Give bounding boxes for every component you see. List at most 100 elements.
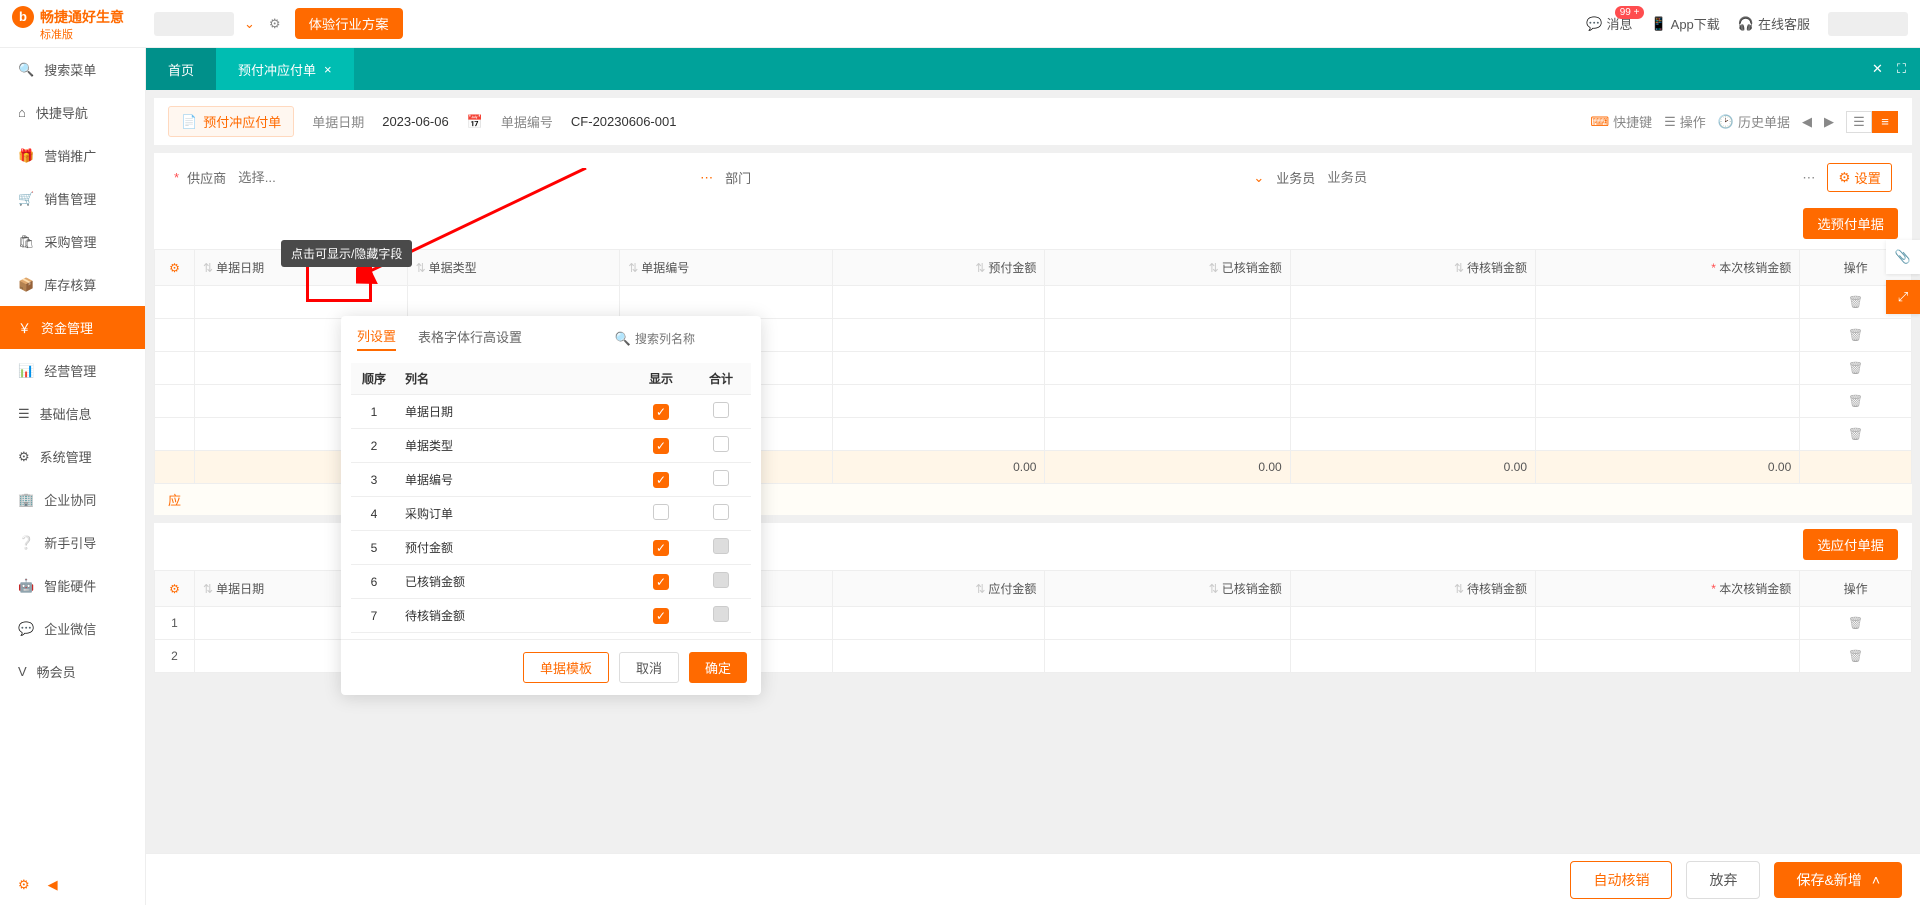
next-doc-icon[interactable]: ▶ [1824, 114, 1834, 130]
popup-col-show: 显示 [631, 363, 691, 395]
popup-search-input[interactable] [635, 332, 745, 346]
column-settings-popup: 列设置 表格字体行高设置 🔍 顺序 列名 显示 合计 1单据日期✓2单据类型✓3… [341, 316, 761, 695]
auto-writeoff-button[interactable]: 自动核销 [1570, 861, 1672, 899]
sum-checkbox[interactable] [713, 436, 729, 452]
tabs-fullscreen-icon[interactable]: ⛶ [1897, 61, 1906, 77]
industry-plan-button[interactable]: 体验行业方案 [295, 8, 403, 39]
sidebar-item-sales[interactable]: 🛒销售管理 [0, 177, 145, 220]
sidebar-item-operation[interactable]: 📊经营管理 [0, 349, 145, 392]
tabs-close-all-icon[interactable]: ✕ [1872, 61, 1883, 77]
dock-expand-icon[interactable]: ⤢ [1886, 280, 1920, 314]
prev-doc-icon[interactable]: ◀ [1802, 114, 1812, 130]
sidebar-item-finance[interactable]: ￥资金管理 [0, 306, 145, 349]
popup-tab-font[interactable]: 表格字体行高设置 [418, 327, 522, 350]
select-prepay-button[interactable]: 选预付单据 [1803, 208, 1898, 239]
show-checkbox[interactable]: ✓ [653, 438, 669, 454]
calendar-icon[interactable]: 📅 [467, 114, 483, 130]
sidebar-collapse-icon[interactable]: ◀ [48, 877, 58, 893]
column-settings-button-2[interactable]: ⚙ [155, 571, 195, 607]
col-thiswrite[interactable]: 本次核销金额 [1536, 250, 1800, 286]
dept-input[interactable] [759, 166, 1245, 189]
show-checkbox[interactable]: ✓ [653, 404, 669, 420]
popup-template-button[interactable]: 单据模板 [523, 652, 609, 683]
sidebar-settings-icon[interactable]: ⚙ [18, 877, 30, 893]
vip-icon: V [18, 664, 27, 679]
clock-icon: 🕑 [1718, 114, 1734, 130]
company-chevron-icon[interactable]: ⌄ [244, 16, 255, 32]
tab-home[interactable]: 首页 [146, 48, 216, 90]
wechat-icon: 💬 [18, 621, 34, 637]
view-detail-icon[interactable]: ≡ [1872, 111, 1898, 133]
delete-row-icon[interactable]: 🗑 [1848, 295, 1863, 309]
sum-checkbox[interactable] [713, 572, 729, 588]
popup-row-seq: 2 [351, 429, 397, 463]
delete-row-icon[interactable]: 🗑 [1848, 361, 1863, 375]
app-download-link[interactable]: 📱 App下载 [1650, 14, 1719, 33]
messages-link[interactable]: 💬 消息 99 + [1586, 14, 1632, 33]
form-settings-button[interactable]: ⚙设置 [1827, 163, 1892, 192]
sidebar-item-corp[interactable]: 🏢企业协同 [0, 478, 145, 521]
col-pending[interactable]: ⇅待核销金额 [1290, 250, 1535, 286]
sidebar-item-basedata[interactable]: ☰基础信息 [0, 392, 145, 435]
save-and-new-button[interactable]: 保存&新增 ˄ [1774, 862, 1902, 898]
sidebar-item-marketing[interactable]: 🎁营销推广 [0, 134, 145, 177]
dept-chevron-icon[interactable]: ⌄ [1253, 170, 1264, 186]
col-type[interactable]: ⇅单据类型 [407, 250, 620, 286]
popup-tab-columns[interactable]: 列设置 [357, 326, 396, 351]
sum-checkbox[interactable] [713, 470, 729, 486]
view-list-icon[interactable]: ☰ [1846, 111, 1872, 133]
company-selector[interactable] [154, 12, 234, 36]
col2-payable[interactable]: ⇅应付金额 [832, 571, 1045, 607]
tab-close-icon[interactable]: × [324, 62, 332, 77]
show-checkbox[interactable] [653, 504, 669, 520]
sidebar-item-member[interactable]: V畅会员 [0, 650, 145, 693]
history-label: 历史单据 [1738, 112, 1790, 131]
delete-row-icon[interactable]: 🗑 [1848, 616, 1863, 630]
dock-attachment-icon[interactable]: 📎 [1886, 240, 1920, 274]
delete-row-icon[interactable]: 🗑 [1848, 328, 1863, 342]
biz-input[interactable] [1323, 166, 1794, 189]
sidebar-item-quick-nav[interactable]: ⌂快捷导航 [0, 91, 145, 134]
tab-doc[interactable]: 预付冲应付单 × [216, 48, 354, 90]
supplier-input[interactable] [234, 166, 692, 189]
doc-type-chip[interactable]: 📄 预付冲应付单 [168, 106, 294, 137]
sum-checkbox[interactable] [713, 504, 729, 520]
sidebar-item-wechat[interactable]: 💬企业微信 [0, 607, 145, 650]
discard-button[interactable]: 放弃 [1686, 861, 1760, 899]
popup-ok-button[interactable]: 确定 [689, 652, 747, 683]
shortcut-button[interactable]: ⌨快捷键 [1590, 112, 1652, 131]
show-checkbox[interactable]: ✓ [653, 472, 669, 488]
top-gear-icon[interactable]: ⚙ [269, 16, 281, 32]
supplier-more-icon[interactable]: ⋯ [700, 170, 713, 186]
show-checkbox[interactable]: ✓ [653, 608, 669, 624]
biz-more-icon[interactable]: ⋯ [1802, 170, 1815, 186]
sum-checkbox[interactable] [713, 538, 729, 554]
col-prepay[interactable]: ⇅预付金额 [832, 250, 1045, 286]
ops-button[interactable]: ☰操作 [1664, 112, 1706, 131]
sum-checkbox[interactable] [713, 402, 729, 418]
col2-pending[interactable]: ⇅待核销金额 [1290, 571, 1535, 607]
col2-written[interactable]: ⇅已核销金额 [1045, 571, 1290, 607]
select-payable-button[interactable]: 选应付单据 [1803, 529, 1898, 560]
col-written[interactable]: ⇅已核销金额 [1045, 250, 1290, 286]
sum-checkbox[interactable] [713, 606, 729, 622]
popup-cancel-button[interactable]: 取消 [619, 652, 679, 683]
col-no[interactable]: ⇅单据编号 [620, 250, 833, 286]
column-settings-button[interactable]: ⚙ [155, 250, 195, 286]
sidebar-item-system[interactable]: ⚙系统管理 [0, 435, 145, 478]
col2-thiswrite[interactable]: 本次核销金额 [1536, 571, 1800, 607]
delete-row-icon[interactable]: 🗑 [1848, 427, 1863, 441]
sidebar-item-guide[interactable]: ❔新手引导 [0, 521, 145, 564]
list-icon: ☰ [18, 406, 30, 422]
sidebar-item-search-menu[interactable]: 🔍搜索菜单 [0, 48, 145, 91]
sidebar-item-purchase[interactable]: 🛍采购管理 [0, 220, 145, 263]
show-checkbox[interactable]: ✓ [653, 574, 669, 590]
sidebar-item-inventory[interactable]: 📦库存核算 [0, 263, 145, 306]
history-button[interactable]: 🕑历史单据 [1718, 112, 1790, 131]
sidebar-item-hardware[interactable]: 🤖智能硬件 [0, 564, 145, 607]
messages-badge: 99 + [1615, 6, 1645, 19]
show-checkbox[interactable]: ✓ [653, 540, 669, 556]
delete-row-icon[interactable]: 🗑 [1848, 394, 1863, 408]
customer-service-link[interactable]: 🎧 在线客服 [1738, 14, 1810, 33]
delete-row-icon[interactable]: 🗑 [1848, 649, 1863, 663]
